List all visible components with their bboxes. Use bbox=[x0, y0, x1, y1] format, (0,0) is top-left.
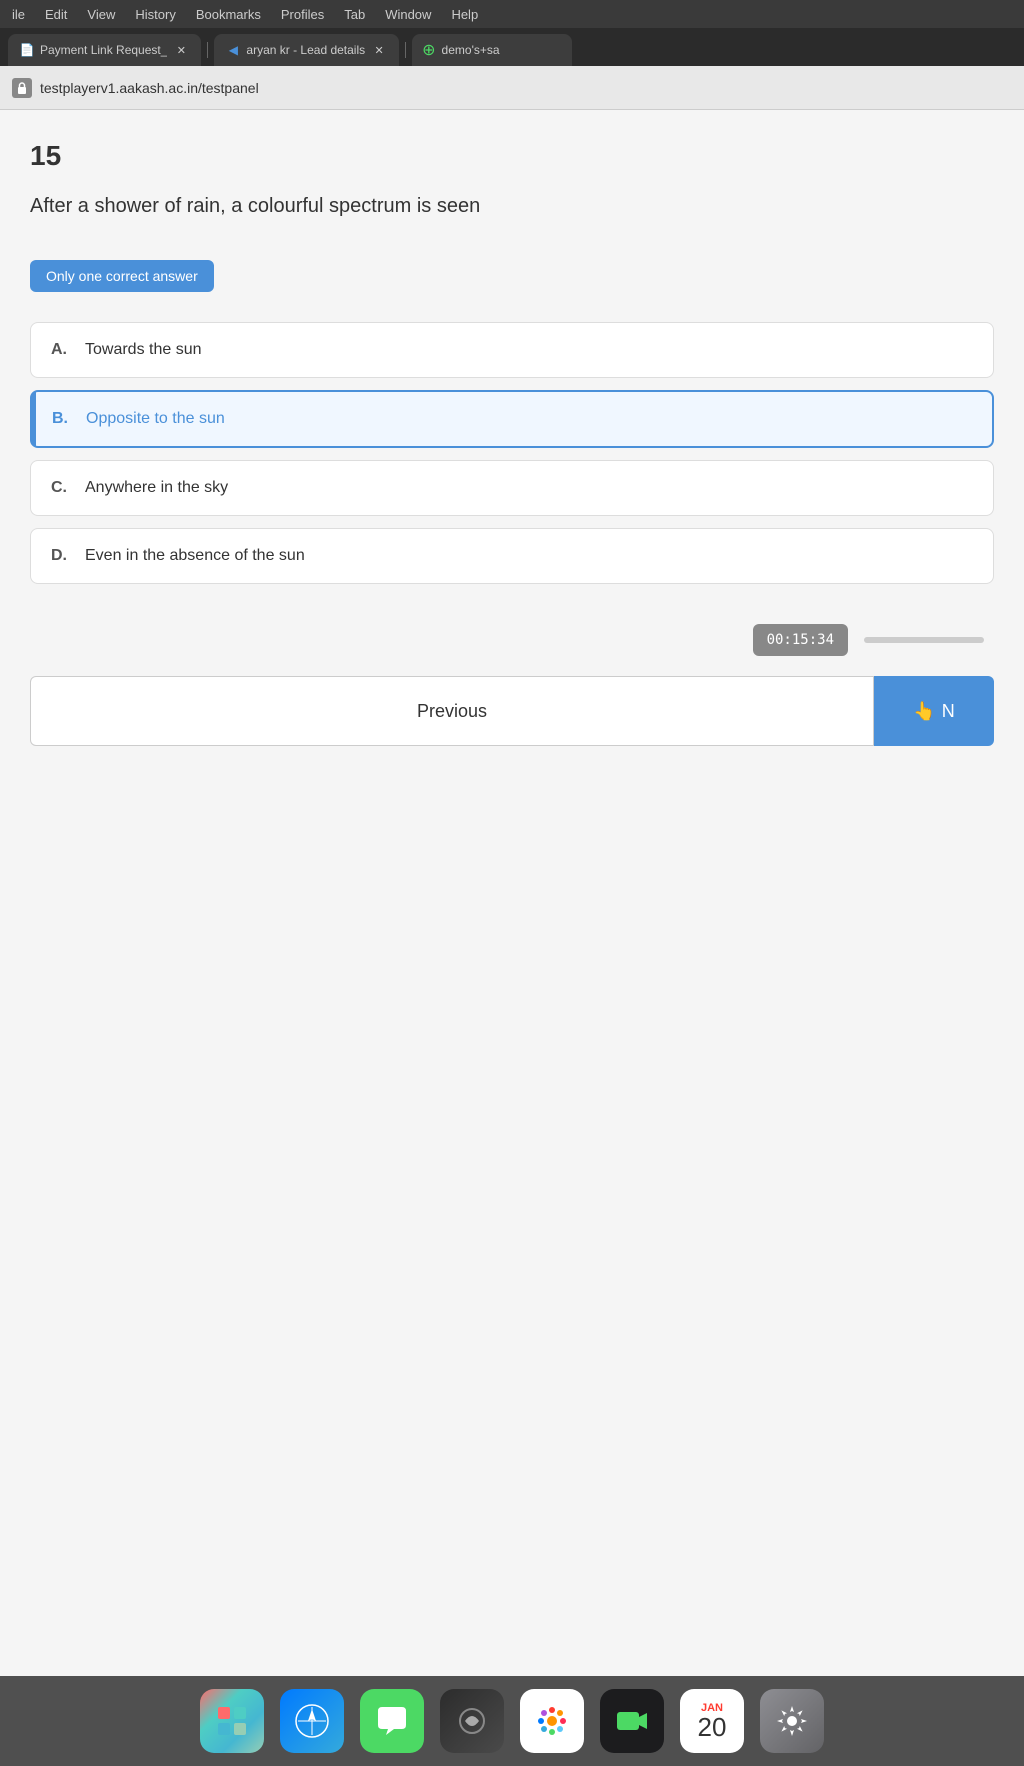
dock-item-messages[interactable] bbox=[360, 1689, 424, 1753]
tab-demo[interactable]: ⊕ demo's+sa bbox=[412, 34, 572, 66]
menu-item-help[interactable]: Help bbox=[451, 7, 478, 22]
next-icon: 👆 bbox=[913, 701, 935, 722]
browser-menu-bar: ile Edit View History Bookmarks Profiles… bbox=[0, 0, 1024, 28]
question-number: 15 bbox=[30, 140, 994, 172]
tab-separator-2 bbox=[405, 42, 406, 58]
timer-display: 00:15:34 bbox=[753, 624, 848, 656]
tab-new-icon: ⊕ bbox=[422, 40, 435, 60]
tab-title-aryan: aryan kr - Lead details bbox=[246, 43, 365, 57]
tab-title-payment: Payment Link Request_ bbox=[40, 43, 167, 57]
menu-item-history[interactable]: History bbox=[135, 7, 175, 22]
tab-close-payment[interactable]: ✕ bbox=[173, 42, 189, 58]
next-label: N bbox=[942, 701, 955, 722]
tab-icon-aryan: ◀ bbox=[226, 43, 240, 57]
menu-item-file[interactable]: ile bbox=[12, 7, 25, 22]
menu-item-edit[interactable]: Edit bbox=[45, 7, 67, 22]
lock-icon bbox=[12, 78, 32, 98]
tab-close-aryan[interactable]: ✕ bbox=[371, 42, 387, 58]
menu-item-view[interactable]: View bbox=[87, 7, 115, 22]
bottom-navigation: Previous 👆 N bbox=[30, 676, 994, 746]
option-a[interactable]: A. Towards the sun bbox=[30, 322, 994, 378]
calendar-day: 20 bbox=[698, 1714, 727, 1740]
option-a-text: Towards the sun bbox=[85, 341, 202, 359]
option-c[interactable]: C. Anywhere in the sky bbox=[30, 460, 994, 516]
tab-title-demo: demo's+sa bbox=[442, 43, 563, 57]
option-c-text: Anywhere in the sky bbox=[85, 479, 228, 497]
dock-item-grid[interactable] bbox=[200, 1689, 264, 1753]
question-text: After a shower of rain, a colourful spec… bbox=[30, 192, 994, 220]
url-display[interactable]: testplayerv1.aakash.ac.in/testpanel bbox=[40, 80, 1012, 96]
options-list: A. Towards the sun B. Opposite to the su… bbox=[30, 322, 994, 584]
dock-item-photos[interactable] bbox=[520, 1689, 584, 1753]
tab-separator-1 bbox=[207, 42, 208, 58]
timer-area: 00:15:34 bbox=[30, 624, 994, 656]
dock-item-vpn[interactable] bbox=[440, 1689, 504, 1753]
previous-button[interactable]: Previous bbox=[30, 676, 874, 746]
dock-item-facetime[interactable] bbox=[600, 1689, 664, 1753]
option-b-label: B. bbox=[52, 410, 72, 428]
tab-payment-link[interactable]: 📄 Payment Link Request_ ✕ bbox=[8, 34, 201, 66]
dock-item-calendar[interactable]: JAN 20 bbox=[680, 1689, 744, 1753]
dock-item-safari[interactable] bbox=[280, 1689, 344, 1753]
option-c-label: C. bbox=[51, 479, 71, 497]
option-d-label: D. bbox=[51, 547, 71, 565]
menu-item-window[interactable]: Window bbox=[385, 7, 431, 22]
page-content: 15 After a shower of rain, a colourful s… bbox=[0, 110, 1024, 1710]
option-a-label: A. bbox=[51, 341, 71, 359]
tab-aryan[interactable]: ◀ aryan kr - Lead details ✕ bbox=[214, 34, 399, 66]
option-d[interactable]: D. Even in the absence of the sun bbox=[30, 528, 994, 584]
previous-label: Previous bbox=[417, 701, 487, 722]
tab-bar: 📄 Payment Link Request_ ✕ ◀ aryan kr - L… bbox=[0, 28, 1024, 66]
dock-item-settings[interactable] bbox=[760, 1689, 824, 1753]
menu-item-tab[interactable]: Tab bbox=[344, 7, 365, 22]
menu-item-bookmarks[interactable]: Bookmarks bbox=[196, 7, 261, 22]
answer-type-badge: Only one correct answer bbox=[30, 260, 214, 292]
next-button[interactable]: 👆 N bbox=[874, 676, 994, 746]
menu-item-profiles[interactable]: Profiles bbox=[281, 7, 324, 22]
address-bar: testplayerv1.aakash.ac.in/testpanel bbox=[0, 66, 1024, 110]
tab-icon-payment: 📄 bbox=[20, 43, 34, 57]
option-b-text: Opposite to the sun bbox=[86, 410, 225, 428]
dock: JAN 20 bbox=[0, 1676, 1024, 1766]
option-d-text: Even in the absence of the sun bbox=[85, 547, 305, 565]
option-b[interactable]: B. Opposite to the sun bbox=[30, 390, 994, 448]
timer-progress-bar bbox=[864, 637, 984, 643]
